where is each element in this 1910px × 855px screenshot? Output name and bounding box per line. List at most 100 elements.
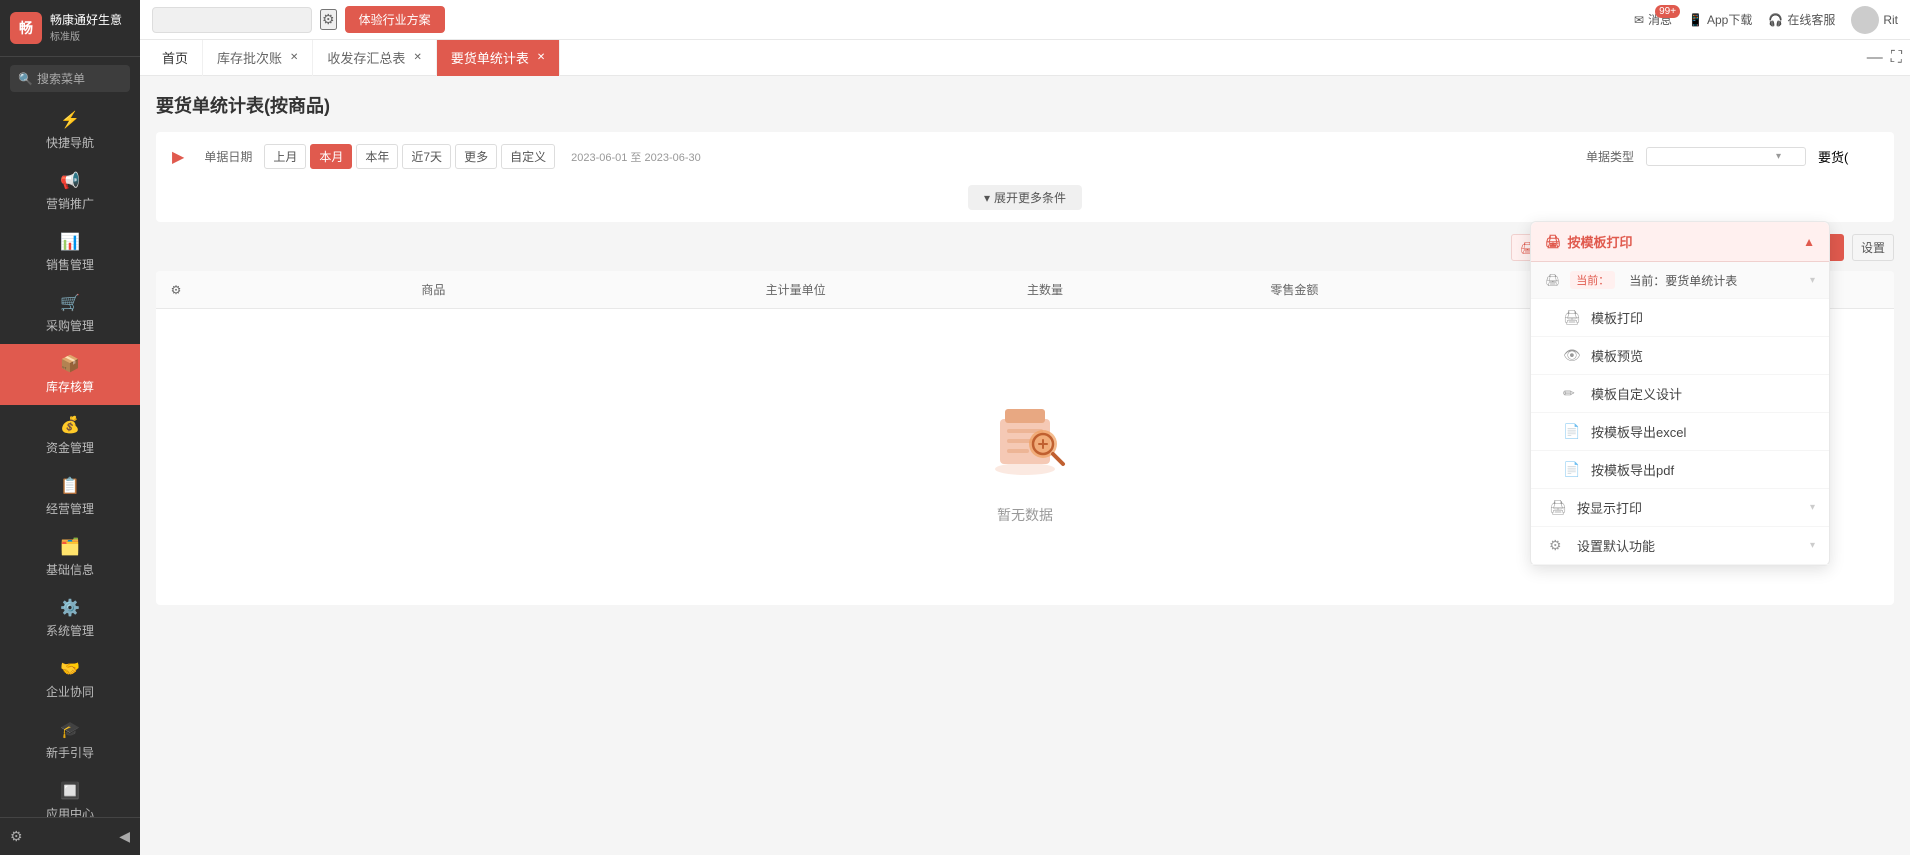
empty-illustration	[975, 389, 1075, 489]
type-select[interactable]: ▾	[1646, 147, 1806, 166]
collapse-icon: ◀	[119, 828, 130, 844]
service-icon: 🎧	[1768, 13, 1783, 27]
date-btn-custom[interactable]: 自定义	[501, 144, 555, 169]
sidebar-item-marketing[interactable]: 📢 营销推广	[0, 161, 140, 222]
dropdown-item-template-pdf[interactable]: 📄 按模板导出pdf	[1531, 451, 1829, 489]
template-preview-icon: 👁	[1563, 347, 1581, 364]
sidebar-item-label: 新手引导	[46, 744, 94, 761]
minimize-button[interactable]: —	[1867, 49, 1883, 67]
tab-receipt-summary-close[interactable]: ✕	[413, 52, 421, 63]
tab-actions: — ⛶	[1859, 49, 1910, 67]
newbie-icon: 🎓	[60, 720, 80, 740]
dropdown-current-template[interactable]: 🖨 当前： 当前：要货单统计表 ▾	[1531, 262, 1829, 299]
tab-receipt-summary[interactable]: 收发存汇总表 ✕	[313, 40, 436, 76]
topbar-right: ✉ 消息 99+ 📱 App下载 🎧 在线客服 Rit	[1634, 6, 1898, 34]
set-default-arrow: ▾	[1810, 540, 1815, 551]
quick-nav-icon: ⚡	[60, 110, 80, 130]
tabbar: 首页 库存批次账 ✕ 收发存汇总表 ✕ 要货单统计表 ✕ — ⛶	[140, 40, 1910, 76]
collapse-sidebar-button[interactable]: ◀	[119, 828, 130, 845]
date-btn-more[interactable]: 更多	[455, 144, 497, 169]
app-title: 畅康通好生意	[50, 13, 122, 29]
tab-batch-account-label: 库存批次账	[217, 48, 282, 67]
dropdown-title: 🖨 按模板打印	[1545, 232, 1633, 251]
sidebar-footer: ⚙ ◀	[0, 817, 140, 855]
dropdown-item-template-excel[interactable]: 📄 按模板导出excel	[1531, 413, 1829, 451]
sidebar-item-system[interactable]: ⚙️ 系统管理	[0, 588, 140, 649]
dropdown-chevron-up[interactable]: ▲	[1803, 235, 1815, 249]
sidebar-item-basics[interactable]: 🗂️ 基础信息	[0, 527, 140, 588]
date-btn-7days[interactable]: 近7天	[402, 144, 451, 169]
sidebar-item-quick-nav[interactable]: ⚡ 快捷导航	[0, 100, 140, 161]
tab-order-stats[interactable]: 要货单统计表 ✕	[437, 40, 560, 76]
date-btn-last-month[interactable]: 上月	[264, 144, 306, 169]
app-center-icon: 🔲	[60, 781, 80, 801]
table-th-quantity: 主数量	[920, 281, 1169, 298]
search-menu-button[interactable]: 🔍 搜索菜单	[10, 65, 130, 92]
table-th-unit: 主计量单位	[671, 281, 920, 298]
empty-text: 暂无数据	[997, 505, 1053, 525]
sidebar-item-label: 系统管理	[46, 622, 94, 639]
enterprise-icon: 🤝	[60, 659, 80, 679]
sidebar-header: 畅 畅康通好生意 标准版	[0, 0, 140, 57]
settings-footer-button[interactable]: ⚙	[10, 828, 23, 845]
sidebar-item-inventory[interactable]: 📦 库存核算	[0, 344, 140, 405]
topbar-left: ⚙ 体验行业方案	[152, 6, 445, 33]
sales-icon: 📊	[60, 232, 80, 252]
sidebar-item-label: 快捷导航	[46, 134, 94, 151]
filter-expand-arrow[interactable]: ▶	[172, 147, 184, 167]
current-template-arrow: ▾	[1810, 275, 1815, 286]
settings-button[interactable]: 设置	[1852, 234, 1894, 261]
table-th-product: 商品	[196, 281, 671, 298]
sidebar-nav: ⚡ 快捷导航 📢 营销推广 📊 销售管理 🛒 采购管理 📦 库存核算 💰 资金管…	[0, 100, 140, 817]
dropdown-item-template-preview[interactable]: 👁 模板预览	[1531, 337, 1829, 375]
sidebar-item-app-center[interactable]: 🔲 应用中心	[0, 771, 140, 817]
online-service-button[interactable]: 🎧 在线客服	[1768, 11, 1835, 28]
date-btn-this-year[interactable]: 本年	[356, 144, 398, 169]
tab-batch-account-close[interactable]: ✕	[290, 52, 298, 63]
dropdown-item-template-design[interactable]: ✏ 模板自定义设计	[1531, 375, 1829, 413]
messages-button[interactable]: ✉ 消息 99+	[1634, 11, 1672, 28]
tab-order-stats-close[interactable]: ✕	[537, 52, 545, 63]
messages-badge: 99+	[1655, 5, 1680, 18]
trial-industry-button[interactable]: 体验行业方案	[345, 6, 445, 33]
display-print-icon: 🖨	[1549, 499, 1567, 516]
tab-home-label: 首页	[162, 48, 188, 67]
template-design-icon: ✏	[1563, 385, 1581, 402]
app-logo: 畅	[10, 12, 42, 44]
tab-batch-account[interactable]: 库存批次账 ✕	[203, 40, 313, 76]
topbar-gear-button[interactable]: ⚙	[320, 9, 337, 30]
sidebar-item-enterprise[interactable]: 🤝 企业协同	[0, 649, 140, 710]
purchase-icon: 🛒	[60, 293, 80, 313]
basics-icon: 🗂️	[60, 537, 80, 557]
template-pdf-icon: 📄	[1563, 461, 1581, 478]
app-download-button[interactable]: 📱 App下载	[1688, 11, 1752, 28]
user-avatar-area[interactable]: Rit	[1851, 6, 1898, 34]
filter-row-1: ▶ 单据日期 上月 本月 本年 近7天 更多 自定义 2023-06-01 至 …	[172, 144, 1878, 169]
sidebar-item-operations[interactable]: 📋 经营管理	[0, 466, 140, 527]
sidebar-item-newbie[interactable]: 🎓 新手引导	[0, 710, 140, 771]
sidebar-item-label: 经营管理	[46, 500, 94, 517]
tab-home[interactable]: 首页	[148, 40, 203, 76]
message-icon: ✉	[1634, 13, 1644, 27]
topbar-search-box	[152, 7, 312, 33]
gear-icon[interactable]: ⚙	[171, 283, 182, 297]
date-btn-this-month[interactable]: 本月	[310, 144, 352, 169]
current-template-name: 当前：要货单统计表	[1629, 272, 1737, 289]
expand-more-conditions-button[interactable]: ▾ 展开更多条件	[968, 185, 1082, 210]
sidebar-item-sales[interactable]: 📊 销售管理	[0, 222, 140, 283]
sidebar-item-label: 基础信息	[46, 561, 94, 578]
date-buttons: 上月 本月 本年 近7天 更多 自定义	[264, 144, 555, 169]
set-default-icon: ⚙	[1549, 537, 1567, 554]
sidebar-item-purchase[interactable]: 🛒 采购管理	[0, 283, 140, 344]
filter-bar: ▶ 单据日期 上月 本月 本年 近7天 更多 自定义 2023-06-01 至 …	[156, 132, 1894, 222]
dropdown-sub-set-default[interactable]: ⚙ 设置默认功能 ▾	[1531, 527, 1829, 565]
sidebar-item-label: 企业协同	[46, 683, 94, 700]
dropdown-item-template-print[interactable]: 🖨 模板打印	[1531, 299, 1829, 337]
sidebar-item-label: 资金管理	[46, 439, 94, 456]
maximize-button[interactable]: ⛶	[1891, 49, 1902, 67]
dropdown-sub-display-print[interactable]: 🖨 按显示打印 ▾	[1531, 489, 1829, 527]
dropdown-header: 🖨 按模板打印 ▲	[1531, 222, 1829, 262]
app-info: 畅康通好生意 标准版	[50, 13, 122, 44]
operations-icon: 📋	[60, 476, 80, 496]
sidebar-item-finance[interactable]: 💰 资金管理	[0, 405, 140, 466]
